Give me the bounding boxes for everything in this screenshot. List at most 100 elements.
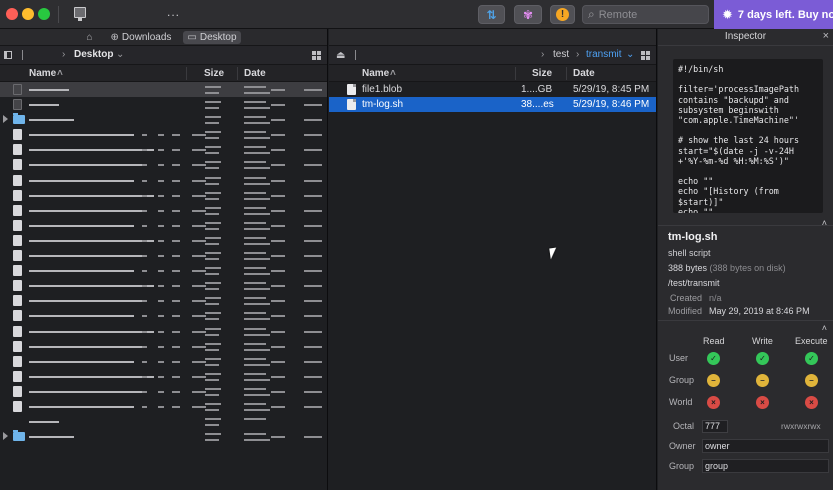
search-input[interactable] (598, 8, 699, 21)
permission-toggle-world-read[interactable]: × (707, 396, 720, 409)
local-file-row[interactable] (0, 384, 327, 399)
column-date[interactable]: Date (244, 68, 266, 79)
local-file-row[interactable] (0, 308, 327, 323)
close-window-button[interactable] (6, 8, 18, 20)
view-mode-icon[interactable] (312, 51, 321, 60)
redacted-text (205, 297, 221, 300)
close-icon[interactable]: × (823, 30, 829, 42)
disclosure-triangle-icon[interactable] (3, 115, 8, 124)
file-icon (347, 99, 356, 110)
permission-toggle-world-write[interactable]: × (756, 396, 769, 409)
breadcrumb-desktop[interactable]: Desktop (74, 49, 113, 60)
local-file-row[interactable] (0, 203, 327, 218)
more-button[interactable]: ... (167, 5, 180, 19)
local-file-row[interactable] (0, 218, 327, 233)
sync-button[interactable]: ⇅ (478, 5, 505, 24)
tab-desktop[interactable]: ▭ Desktop (183, 30, 241, 44)
redacted-text (205, 242, 219, 245)
local-file-row[interactable] (0, 324, 327, 339)
sidebar-toggle-icon[interactable] (4, 51, 12, 59)
local-file-row[interactable] (0, 278, 327, 293)
local-file-row[interactable] (0, 112, 327, 127)
created-value: n/a (709, 293, 722, 303)
local-file-row[interactable] (0, 82, 327, 98)
file-row-tm-log-sh[interactable]: tm-log.sh 38....es 5/29/19, 8:46 PM (329, 97, 656, 112)
group-field[interactable]: group (702, 459, 829, 473)
permission-toggle-user-read[interactable]: ✓ (707, 352, 720, 365)
disclosure-triangle-icon[interactable] (3, 432, 8, 441)
redacted-text (29, 300, 144, 303)
local-file-row[interactable] (0, 233, 327, 248)
local-file-row[interactable] (0, 263, 327, 278)
view-mode-icon[interactable] (641, 51, 650, 60)
info-button[interactable]: ! (550, 5, 575, 24)
redacted-text (158, 239, 164, 242)
breadcrumb-test[interactable]: test (553, 49, 569, 60)
redacted-text (205, 252, 221, 255)
redacted-text (29, 134, 134, 137)
activity-button[interactable]: ✾ (514, 5, 542, 24)
local-file-row[interactable] (0, 339, 327, 354)
redacted-text (172, 239, 180, 242)
local-file-row[interactable] (0, 293, 327, 308)
chevron-down-icon[interactable]: ⌄ (116, 49, 124, 60)
redacted-text (304, 255, 322, 258)
tab-downloads[interactable]: ⊕ Downloads (107, 31, 176, 44)
local-file-row[interactable] (0, 354, 327, 369)
local-file-row[interactable] (0, 127, 327, 142)
redacted-text (158, 285, 164, 288)
permission-toggle-group-execute[interactable]: – (805, 374, 818, 387)
buy-now-banner[interactable]: ✹ 7 days left. Buy now! (714, 0, 833, 29)
file-row-file1-blob[interactable]: file1.blob 1....GB 5/29/19, 8:45 PM (329, 82, 656, 97)
octal-field[interactable]: 777 (702, 420, 728, 433)
local-file-row[interactable] (0, 173, 327, 188)
home-icon[interactable]: ⌂ (86, 32, 92, 43)
local-file-row[interactable] (0, 142, 327, 157)
minimize-window-button[interactable] (22, 8, 34, 20)
eject-icon[interactable]: ⏏ (336, 50, 345, 61)
redacted-text (271, 390, 285, 393)
column-size[interactable]: Size (204, 68, 224, 79)
permission-toggle-world-execute[interactable]: × (805, 396, 818, 409)
permission-toggle-user-write[interactable]: ✓ (756, 352, 769, 365)
column-name[interactable]: Name (362, 68, 389, 79)
chevron-up-icon[interactable]: ˄ (822, 323, 827, 333)
search-icon: ⌕ (588, 7, 595, 21)
breadcrumb-transmit[interactable]: transmit (586, 49, 622, 60)
permission-toggle-user-execute[interactable]: ✓ (805, 352, 818, 365)
column-size[interactable]: Size (532, 68, 552, 79)
local-file-row[interactable] (0, 97, 327, 112)
permission-toggle-group-write[interactable]: – (756, 374, 769, 387)
redacted-text (244, 221, 266, 224)
local-file-row[interactable] (0, 369, 327, 384)
inspector-panel: Inspector × #!/bin/sh filter='processIma… (658, 29, 833, 490)
permission-toggle-group-read[interactable]: – (707, 374, 720, 387)
redacted-text (205, 116, 221, 119)
redacted-text (205, 318, 219, 321)
redacted-text (192, 164, 206, 167)
local-file-row[interactable] (0, 429, 327, 444)
column-date[interactable]: Date (573, 68, 595, 79)
chevron-up-icon[interactable]: ˄ (822, 218, 827, 228)
remote-search[interactable]: ⌕ (582, 5, 709, 24)
file-icon (13, 355, 22, 367)
owner-field[interactable]: owner (702, 439, 829, 453)
file-kind: shell script (668, 248, 711, 258)
local-file-row[interactable] (0, 188, 327, 203)
local-file-row[interactable] (0, 157, 327, 172)
chevron-down-icon[interactable]: ⌄ (626, 49, 634, 60)
local-file-row[interactable] (0, 414, 327, 429)
script-preview[interactable]: #!/bin/sh filter='processImagePath conta… (673, 59, 823, 213)
local-file-row[interactable] (0, 248, 327, 263)
redacted-text (29, 239, 154, 242)
redacted-text (304, 405, 322, 408)
redacted-text (172, 390, 180, 393)
remote-pane: ⏏ › test › transmit ⌄ Name ˄ Size Date f… (329, 29, 657, 490)
redacted-text (304, 134, 322, 137)
redacted-text (271, 300, 285, 303)
local-file-row[interactable] (0, 399, 327, 414)
disk-icon[interactable] (74, 7, 86, 21)
column-name[interactable]: Name (29, 68, 56, 79)
zoom-window-button[interactable] (38, 8, 50, 20)
file-size-info: 388 bytes (388 bytes on disk) (668, 263, 786, 273)
